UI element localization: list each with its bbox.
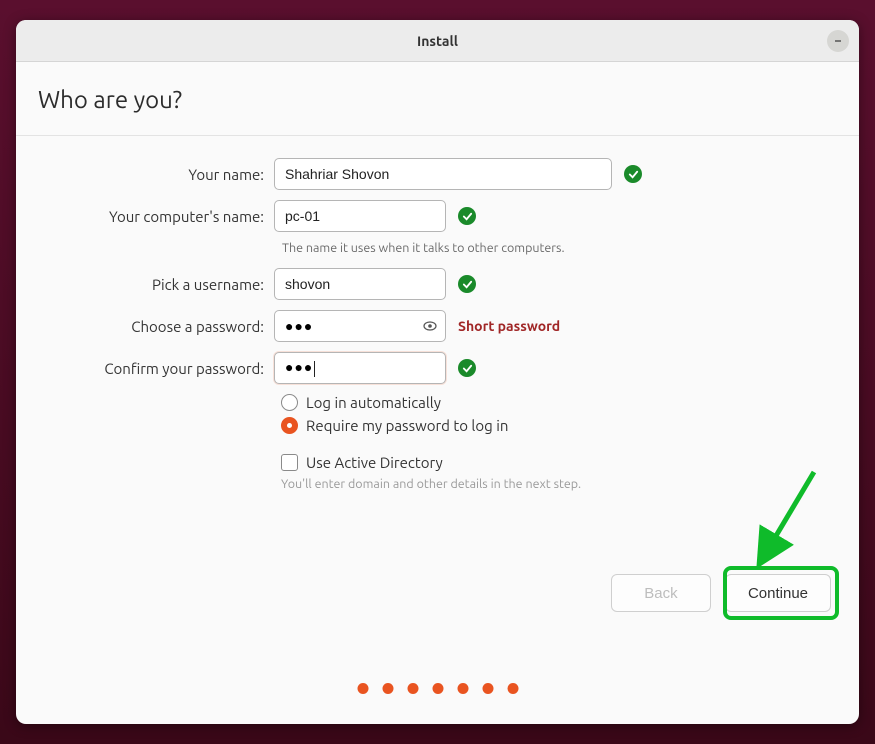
radio-label: Log in automatically <box>306 394 441 411</box>
progress-dot <box>507 683 518 694</box>
minimize-button[interactable] <box>827 30 849 52</box>
check-icon <box>458 275 476 293</box>
row-computer: Your computer's name: <box>16 200 859 232</box>
radio-icon <box>281 417 298 434</box>
window-title: Install <box>417 33 458 49</box>
hint-active-directory: You'll enter domain and other details in… <box>281 477 859 491</box>
back-button[interactable]: Back <box>611 574 711 612</box>
radio-icon <box>281 394 298 411</box>
row-name: Your name: <box>16 158 859 190</box>
hint-computer: The name it uses when it talks to other … <box>282 238 859 256</box>
form-area: Your name: Your computer's name: The nam… <box>16 136 859 491</box>
check-icon <box>624 165 642 183</box>
username-input[interactable] <box>274 268 446 300</box>
label-password: Choose a password: <box>16 318 274 335</box>
minimize-icon <box>833 36 843 46</box>
continue-button[interactable]: Continue <box>725 574 831 612</box>
label-username: Pick a username: <box>16 276 274 293</box>
radio-label: Require my password to log in <box>306 417 508 434</box>
check-icon <box>458 207 476 225</box>
name-input[interactable] <box>274 158 612 190</box>
progress-dots <box>357 683 518 694</box>
password-input[interactable]: ●●● <box>274 310 446 342</box>
radio-auto-login[interactable]: Log in automatically <box>281 394 859 411</box>
progress-dot <box>482 683 493 694</box>
computer-name-input[interactable] <box>274 200 446 232</box>
checkbox-icon <box>281 454 298 471</box>
footer-buttons: Back Continue <box>611 574 831 612</box>
checkbox-active-directory[interactable]: Use Active Directory <box>281 454 859 471</box>
titlebar: Install <box>16 20 859 62</box>
progress-dot <box>357 683 368 694</box>
progress-dot <box>382 683 393 694</box>
label-confirm: Confirm your password: <box>16 360 274 377</box>
row-password: Choose a password: ●●● Short password <box>16 310 859 342</box>
label-name: Your name: <box>16 166 274 183</box>
page-title: Who are you? <box>38 86 837 113</box>
password-mask: ●●● <box>285 318 421 334</box>
progress-dot <box>407 683 418 694</box>
row-username: Pick a username: <box>16 268 859 300</box>
password-strength-label: Short password <box>458 318 560 334</box>
check-icon <box>458 359 476 377</box>
progress-dot <box>432 683 443 694</box>
checkbox-label: Use Active Directory <box>306 454 443 471</box>
page-header: Who are you? <box>16 62 859 136</box>
row-confirm: Confirm your password: ●●● <box>16 352 859 384</box>
label-computer: Your computer's name: <box>16 208 274 225</box>
confirm-mask: ●●● <box>285 359 439 376</box>
radio-require-password[interactable]: Require my password to log in <box>281 417 859 434</box>
confirm-password-input[interactable]: ●●● <box>274 352 446 384</box>
install-window: Install Who are you? Your name: Your com… <box>16 20 859 724</box>
progress-dot <box>457 683 468 694</box>
show-password-icon[interactable] <box>421 317 439 335</box>
